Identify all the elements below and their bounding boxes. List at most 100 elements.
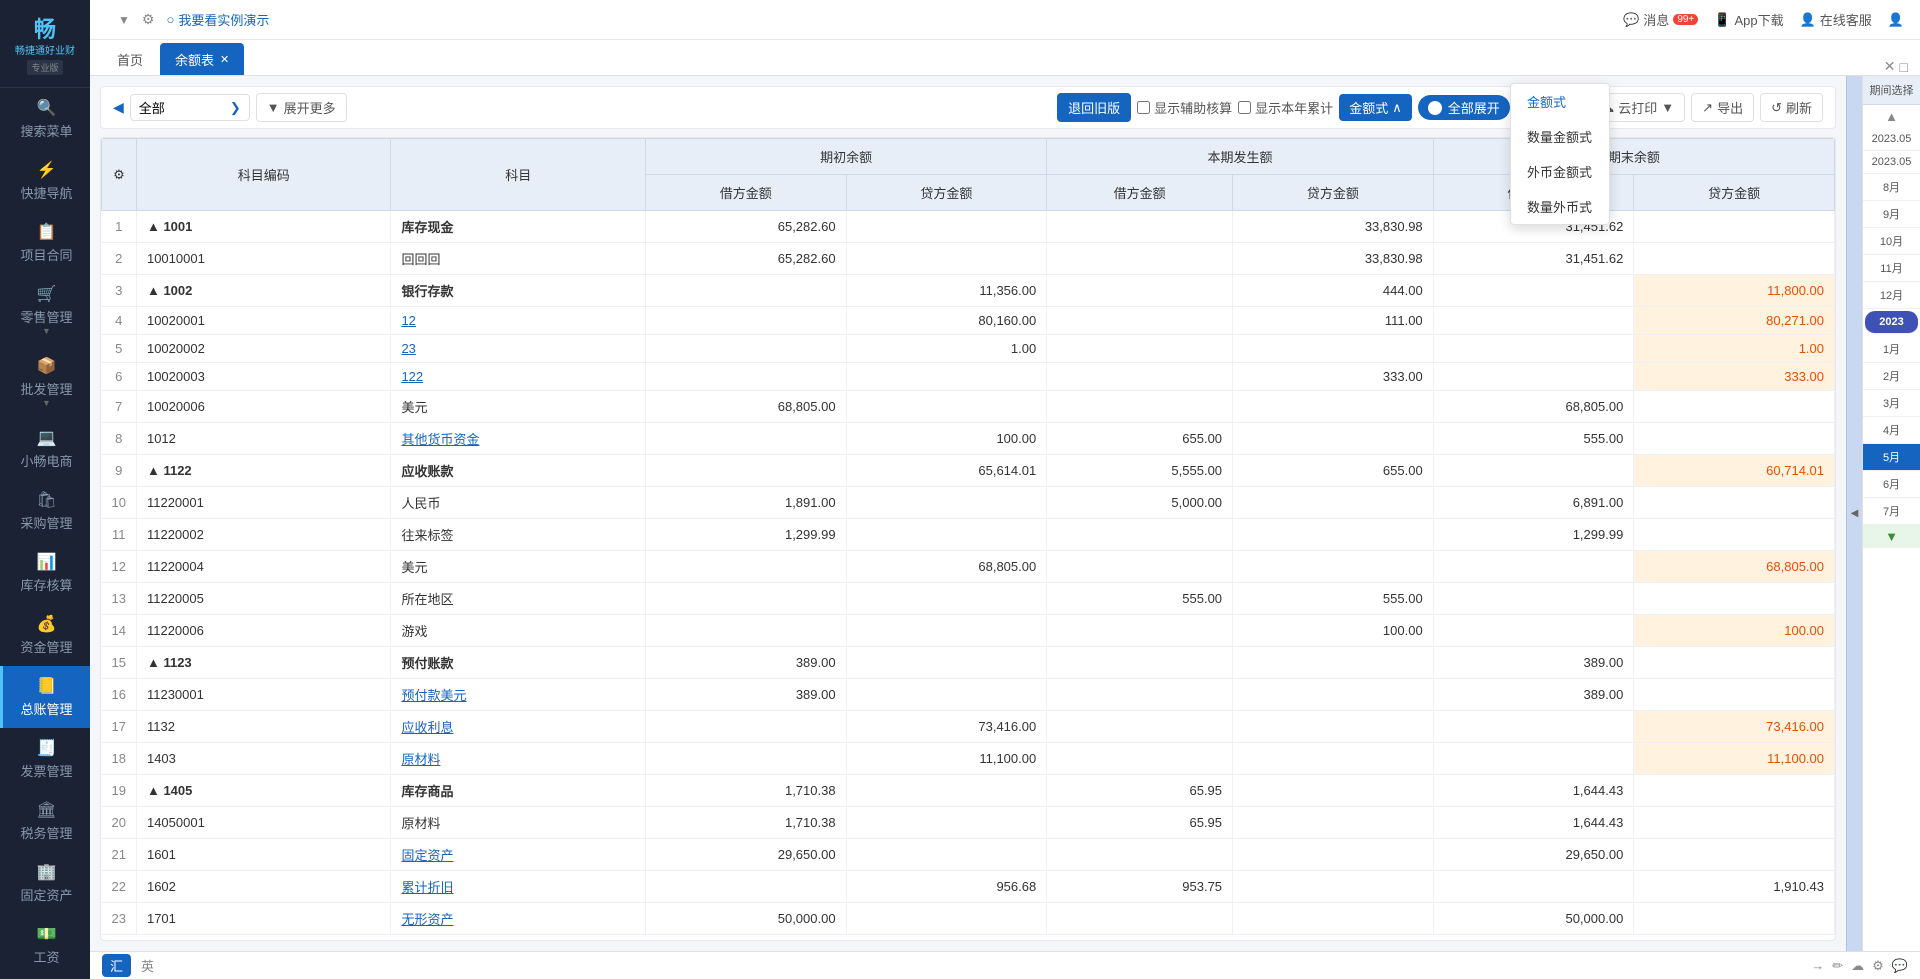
topbar-online-service-btn[interactable]: 👤 在线客服 — [1800, 10, 1872, 29]
table-row[interactable]: 610020003122333.00333.00 — [102, 363, 1835, 391]
table-row[interactable]: 231701无形资产50,000.0050,000.00 — [102, 903, 1835, 935]
table-row[interactable]: 510020002231.001.00 — [102, 335, 1835, 363]
sidebar-item-funds[interactable]: 💰 资金管理 — [0, 604, 90, 666]
dropdown-item-fx-amount[interactable]: 外币金额式 — [1511, 154, 1609, 189]
period-item-2[interactable]: 2月 — [1863, 363, 1920, 390]
tab-home[interactable]: 首页 — [102, 43, 158, 75]
status-main-btn[interactable]: 汇 — [102, 954, 131, 977]
tabbar: 首页 余额表 ✕ ✕ □ — [90, 40, 1920, 76]
logo-text: 畅捷通好业财 — [15, 46, 75, 58]
window-minimize-btn[interactable]: ✕ — [1884, 58, 1896, 75]
period-item-11[interactable]: 11月 — [1863, 255, 1920, 282]
period-down-nav[interactable]: ▼ — [1863, 525, 1920, 548]
sidebar-item-payroll[interactable]: 💵 工资 — [0, 914, 90, 976]
format-dropdown: 金额式 数量金额式 外币金额式 数量外币式 — [1510, 83, 1610, 225]
table-row[interactable]: 171132应收利息73,416.0073,416.00 — [102, 711, 1835, 743]
sidebar-item-quick-nav[interactable]: ⚡ 快捷导航 — [0, 150, 90, 212]
status-icon-2[interactable]: ✏ — [1832, 958, 1843, 974]
period-item-2023-05-2[interactable]: 2023.05 — [1863, 151, 1920, 174]
sidebar-item-ledger[interactable]: 📒 总账管理 — [0, 666, 90, 728]
table-row[interactable]: 1311220005所在地区555.00555.00 — [102, 583, 1835, 615]
content-area: ◀ 全部 ❯ ▼ 展开更多 退回旧版 — [90, 76, 1920, 951]
table-row[interactable]: 19▲ 1405库存商品1,710.3865.951,644.43 — [102, 775, 1835, 807]
dropdown-item-qty-fx[interactable]: 数量外币式 — [1511, 189, 1609, 224]
status-icon-4[interactable]: ⚙ — [1872, 958, 1884, 974]
tab-balance-sheet[interactable]: 余额表 ✕ — [160, 43, 244, 75]
code-header: 科目编码 — [136, 139, 390, 211]
table-row[interactable]: 1111220002往来标签1,299.991,299.99 — [102, 519, 1835, 551]
table-row[interactable]: 211601固定资产29,650.0029,650.00 — [102, 839, 1835, 871]
table-row[interactable]: 15▲ 1123预付账款389.00389.00 — [102, 647, 1835, 679]
table-row[interactable]: 1611230001预付款美元389.00389.00 — [102, 679, 1835, 711]
table-row[interactable]: 210010001回回回65,282.6033,830.9831,451.62 — [102, 243, 1835, 275]
period-item-2023-05-1[interactable]: 2023.05 — [1863, 128, 1920, 151]
sidebar-item-search[interactable]: 🔍 搜索菜单 — [0, 88, 90, 150]
period-item-7[interactable]: 7月 — [1863, 498, 1920, 525]
table-row[interactable]: 1211220004美元68,805.0068,805.00 — [102, 551, 1835, 583]
sidebar-item-ecommerce[interactable]: 💻 小畅电商 — [0, 418, 90, 480]
status-icon-3[interactable]: ☁ — [1851, 958, 1864, 974]
table-row[interactable]: 1411220006游戏100.00100.00 — [102, 615, 1835, 647]
period-up-nav[interactable]: ▲ — [1863, 105, 1920, 128]
refresh-btn[interactable]: ↺ 刷新 — [1760, 93, 1823, 122]
table-row[interactable]: 181403原材料11,100.0011,100.00 — [102, 743, 1835, 775]
period-item-10[interactable]: 10月 — [1863, 228, 1920, 255]
topbar-message-btn[interactable]: 💬 消息 99+ — [1623, 10, 1698, 29]
balance-table-container: ⚙ 科目编码 科目 期初余额 本期发生额 期末余额 借方金额 贷方金额 借方金额 — [100, 137, 1836, 941]
breadcrumb-back-btn[interactable]: ◀ — [113, 99, 124, 116]
sidebar-item-tax[interactable]: 🏛 税务管理 — [0, 790, 90, 852]
export-btn[interactable]: ↗ 导出 — [1691, 93, 1754, 122]
table-row[interactable]: 221602累计折旧956.68953.751,910.43 — [102, 871, 1835, 903]
opening-credit-header: 贷方金额 — [846, 175, 1047, 211]
period-item-3[interactable]: 3月 — [1863, 390, 1920, 417]
table-row[interactable]: 9▲ 1122应收账款65,614.015,555.00655.0060,714… — [102, 455, 1835, 487]
tab-close-btn[interactable]: ✕ — [220, 53, 229, 66]
topbar-demo-btn[interactable]: ○ 我要看实例演示 — [166, 10, 269, 29]
table-row[interactable]: 3▲ 1002银行存款11,356.00444.0011,800.00 — [102, 275, 1835, 307]
period-item-4[interactable]: 4月 — [1863, 417, 1920, 444]
table-row[interactable]: 81012其他货币资金100.00655.00555.00 — [102, 423, 1835, 455]
sidebar-item-invoice[interactable]: 🧾 发票管理 — [0, 728, 90, 790]
period-collapse-btn[interactable]: ◀ — [1846, 76, 1862, 951]
back-to-old-btn[interactable]: 退回旧版 — [1057, 93, 1131, 122]
period-item-12[interactable]: 12月 — [1863, 282, 1920, 309]
show-ytd-checkbox[interactable]: 显示本年累计 — [1238, 98, 1333, 117]
status-icon-5[interactable]: 💬 — [1892, 958, 1908, 974]
period-item-5[interactable]: 5月 — [1863, 444, 1920, 471]
sidebar-item-fixed-assets[interactable]: 🏢 固定资产 — [0, 852, 90, 914]
breadcrumb-next-icon[interactable]: ❯ — [230, 100, 241, 116]
period-header: 期间选择 — [1863, 76, 1920, 105]
expand-more-btn[interactable]: ▼ 展开更多 — [256, 93, 347, 122]
main-area: ▼ ⚙ ○ 我要看实例演示 💬 消息 99+ 📱 App下载 👤 在线客服 — [90, 0, 1920, 979]
show-auxiliary-checkbox[interactable]: 显示辅助核算 — [1137, 98, 1232, 117]
topbar-app-download-btn[interactable]: 📱 App下载 — [1714, 10, 1783, 29]
dropdown-item-amount[interactable]: 金额式 — [1511, 84, 1609, 119]
topbar-user-btn[interactable]: 👤 — [1888, 12, 1904, 28]
sidebar-item-inventory[interactable]: 📊 库存核算 — [0, 542, 90, 604]
period-item-1[interactable]: 1月 — [1863, 336, 1920, 363]
name-header: 科目 — [391, 139, 645, 211]
table-row[interactable]: 4100200011280,160.00111.0080,271.00 — [102, 307, 1835, 335]
period-item-year-2023[interactable]: 2023 — [1865, 311, 1918, 334]
period-item-9[interactable]: 9月 — [1863, 201, 1920, 228]
opening-debit-header: 借方金额 — [645, 175, 846, 211]
table-scroll-area[interactable]: ⚙ 科目编码 科目 期初余额 本期发生额 期末余额 借方金额 贷方金额 借方金额 — [101, 138, 1835, 940]
sidebar: 畅 畅捷通好业财 专业版 🔍 搜索菜单 ⚡ 快捷导航 📋 项目合同 🛒 零售管理… — [0, 0, 90, 979]
sidebar-item-retail[interactable]: 🛒 零售管理 ▼ — [0, 274, 90, 346]
sidebar-item-project[interactable]: 📋 项目合同 — [0, 212, 90, 274]
topbar-gear-icon[interactable]: ⚙ — [142, 11, 155, 28]
period-item-6[interactable]: 6月 — [1863, 471, 1920, 498]
period-item-8[interactable]: 8月 — [1863, 174, 1920, 201]
format-btn[interactable]: 金额式 ∧ — [1339, 94, 1412, 121]
status-icon-1[interactable]: → — [1811, 958, 1824, 973]
window-maximize-btn[interactable]: □ — [1900, 59, 1908, 75]
sidebar-item-purchase[interactable]: 🛍 采购管理 — [0, 480, 90, 542]
table-row[interactable]: 1011220001人民币1,891.005,000.006,891.00 — [102, 487, 1835, 519]
table-row[interactable]: 710020006美元68,805.0068,805.00 — [102, 391, 1835, 423]
dropdown-item-qty-amount[interactable]: 数量金额式 — [1511, 119, 1609, 154]
expand-all-toggle[interactable]: 全部展开 — [1418, 95, 1510, 120]
topbar-dropdown-btn[interactable]: ▼ — [118, 13, 130, 27]
sidebar-item-wholesale[interactable]: 📦 批发管理 ▼ — [0, 346, 90, 418]
statusbar: 汇 英 → ✏ ☁ ⚙ 💬 — [90, 951, 1920, 979]
table-row[interactable]: 2014050001原材料1,710.3865.951,644.43 — [102, 807, 1835, 839]
